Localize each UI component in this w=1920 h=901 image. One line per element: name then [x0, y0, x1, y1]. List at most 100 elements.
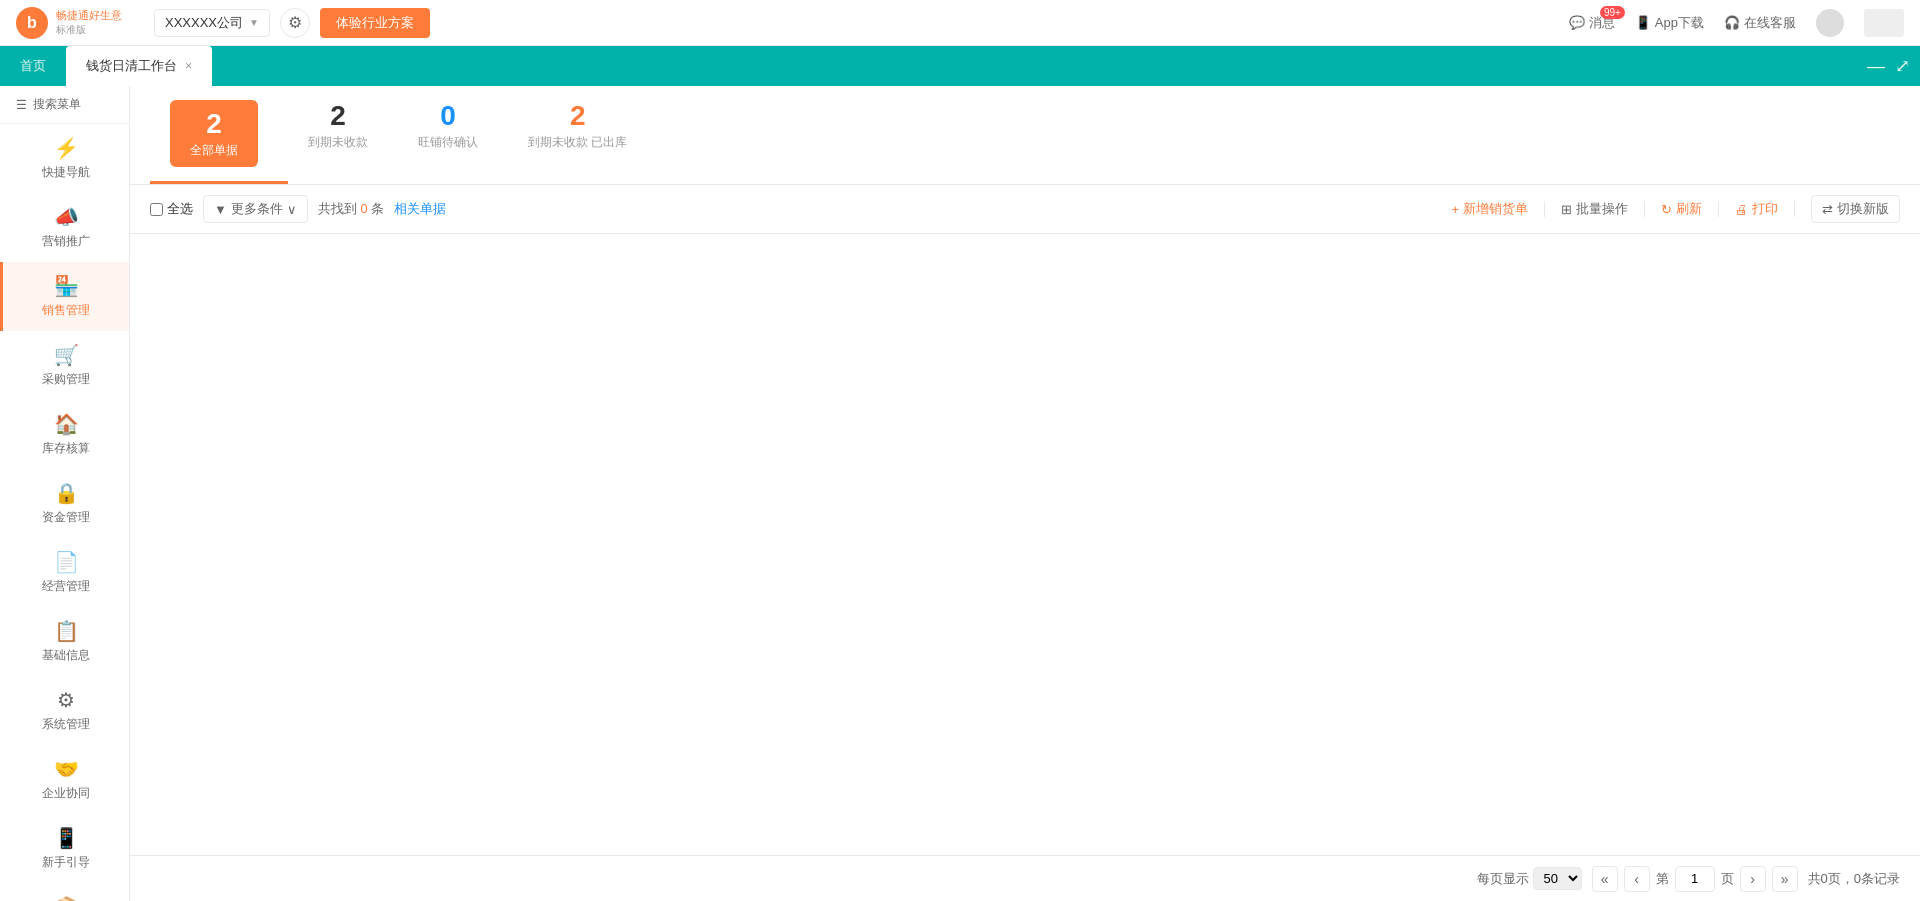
- add-button[interactable]: + 新增销货单: [1451, 200, 1528, 218]
- filter-icon: ▼: [214, 202, 227, 217]
- content-area: 2 全部单据 2 到期未收款 0 旺铺待确认 2 到期未收款 已出库: [130, 86, 1920, 901]
- first-page-button[interactable]: «: [1592, 866, 1618, 892]
- card-out[interactable]: 2 到期未收款 已出库: [508, 86, 657, 184]
- pagination: 每页显示 50 « ‹ 第 页 › » 共0页，0条记录: [130, 855, 1920, 901]
- purchase-label: 采购管理: [42, 371, 90, 388]
- logo-text: 畅捷通好生意 标准版: [56, 8, 122, 36]
- sidebar-item-basics[interactable]: 📋 基础信息: [0, 607, 129, 676]
- related-link[interactable]: 相关单据: [394, 200, 446, 218]
- basics-label: 基础信息: [42, 647, 90, 664]
- service-icon: 🎧: [1724, 15, 1740, 30]
- card-overdue[interactable]: 2 到期未收款: [288, 86, 398, 184]
- page-size-area: 每页显示 50: [1477, 867, 1582, 890]
- refresh-label: 刷新: [1676, 200, 1702, 218]
- finance-icon: 🔒: [54, 481, 79, 505]
- switch-version-button[interactable]: ⇄ 切换新版: [1811, 195, 1900, 223]
- settings-button[interactable]: ⚙: [280, 8, 310, 38]
- prev-page-button[interactable]: ‹: [1624, 866, 1650, 892]
- tab-home[interactable]: 首页: [0, 46, 66, 86]
- sidebar-item-app-center[interactable]: 📦 应用中心: [0, 883, 129, 901]
- page-suffix: 页: [1721, 870, 1734, 888]
- user-name-area[interactable]: [1864, 9, 1904, 37]
- sidebar-item-marketing[interactable]: 📣 营销推广: [0, 193, 129, 262]
- card-pending-label: 旺铺待确认: [418, 134, 478, 151]
- sidebar-item-sales[interactable]: 🏪 销售管理: [0, 262, 129, 331]
- card-all-label: 全部单据: [190, 142, 238, 159]
- card-pending-number: 0: [418, 100, 478, 132]
- quick-nav-icon: ⚡: [54, 136, 79, 160]
- sidebar-item-cooperation[interactable]: 🤝 企业协同: [0, 745, 129, 814]
- divider-3: [1718, 201, 1719, 217]
- add-label: 新增销货单: [1463, 200, 1528, 218]
- top-right-area: 💬 消息 99+ 📱 App下载 🎧 在线客服: [1569, 9, 1904, 37]
- select-all-checkbox[interactable]: 全选: [150, 200, 193, 218]
- sidebar-search[interactable]: ☰ 搜索菜单: [0, 86, 129, 124]
- page-input[interactable]: [1675, 866, 1715, 892]
- last-page-button[interactable]: »: [1772, 866, 1798, 892]
- top-bar: b 畅捷通好生意 标准版 XXXXXX公司 ▼ ⚙ 体验行业方案 💬 消息 99…: [0, 0, 1920, 46]
- app-name: 畅捷通好生意: [56, 8, 122, 22]
- sidebar-item-quick-nav[interactable]: ⚡ 快捷导航: [0, 124, 129, 193]
- avatar[interactable]: [1816, 9, 1844, 37]
- cooperation-label: 企业协同: [42, 785, 90, 802]
- batch-label: 批量操作: [1576, 200, 1628, 218]
- main-layout: ☰ 搜索菜单 ⚡ 快捷导航 📣 营销推广 🏪 销售管理 🛒 采购管理 🏠 库存核…: [0, 86, 1920, 901]
- switch-label: 切换新版: [1837, 200, 1889, 218]
- messages-item[interactable]: 💬 消息 99+: [1569, 14, 1615, 32]
- cooperation-icon: 🤝: [54, 757, 79, 781]
- trial-button[interactable]: 体验行业方案: [320, 8, 430, 38]
- tab-maximize-button[interactable]: ⤢: [1895, 55, 1910, 77]
- operations-icon: 📄: [54, 550, 79, 574]
- filter-button[interactable]: ▼ 更多条件 ∨: [203, 195, 308, 223]
- inventory-icon: 🏠: [54, 412, 79, 436]
- tab-active-label: 钱货日清工作台: [86, 57, 177, 75]
- sales-label: 销售管理: [42, 302, 90, 319]
- basics-icon: 📋: [54, 619, 79, 643]
- marketing-label: 营销推广: [42, 233, 90, 250]
- refresh-icon: ↻: [1661, 202, 1672, 217]
- company-arrow-icon: ▼: [249, 17, 259, 28]
- company-selector[interactable]: XXXXXX公司 ▼: [154, 9, 270, 37]
- card-pending[interactable]: 0 旺铺待确认: [398, 86, 508, 184]
- per-page-label: 每页显示: [1477, 870, 1529, 888]
- print-button[interactable]: 🖨 打印: [1735, 200, 1778, 218]
- all-checkbox-input[interactable]: [150, 203, 163, 216]
- sidebar-item-guide[interactable]: 📱 新手引导: [0, 814, 129, 883]
- operations-label: 经营管理: [42, 578, 90, 595]
- app-download-label: App下载: [1655, 14, 1704, 32]
- tab-close-icon[interactable]: ×: [185, 59, 192, 73]
- toolbar: 全选 ▼ 更多条件 ∨ 共找到 0 条 相关单据 + 新增销货单: [130, 185, 1920, 234]
- refresh-button[interactable]: ↻ 刷新: [1661, 200, 1702, 218]
- add-icon: +: [1451, 202, 1459, 217]
- card-all[interactable]: 2 全部单据: [150, 86, 288, 184]
- card-out-number: 2: [528, 100, 627, 132]
- sales-icon: 🏪: [54, 274, 79, 298]
- toolbar-left: 全选 ▼ 更多条件 ∨ 共找到 0 条 相关单据: [150, 195, 446, 223]
- page-label: 第: [1656, 870, 1669, 888]
- tab-active[interactable]: 钱货日清工作台 ×: [66, 46, 212, 86]
- sidebar-item-operations[interactable]: 📄 经营管理: [0, 538, 129, 607]
- per-page-select[interactable]: 50: [1533, 867, 1582, 890]
- sidebar-item-purchase[interactable]: 🛒 采购管理: [0, 331, 129, 400]
- divider-4: [1794, 201, 1795, 217]
- card-out-label: 到期未收款 已出库: [528, 134, 627, 151]
- online-service-item[interactable]: 🎧 在线客服: [1724, 14, 1796, 32]
- app-download-item[interactable]: 📱 App下载: [1635, 14, 1704, 32]
- sidebar-item-finance[interactable]: 🔒 资金管理: [0, 469, 129, 538]
- sidebar: ☰ 搜索菜单 ⚡ 快捷导航 📣 营销推广 🏪 销售管理 🛒 采购管理 🏠 库存核…: [0, 86, 130, 901]
- nav-tabs: 首页 钱货日清工作台 × — ⤢: [0, 46, 1920, 86]
- app-center-icon: 📦: [54, 895, 79, 901]
- card-overdue-number: 2: [308, 100, 368, 132]
- tab-minimize-button[interactable]: —: [1867, 56, 1885, 77]
- download-icon: 📱: [1635, 15, 1651, 30]
- search-icon: ☰: [16, 98, 27, 112]
- app-version: 标准版: [56, 23, 122, 37]
- table-area: [130, 234, 1920, 855]
- batch-button[interactable]: ⊞ 批量操作: [1561, 200, 1628, 218]
- divider-2: [1644, 201, 1645, 217]
- sidebar-item-system[interactable]: ⚙ 系统管理: [0, 676, 129, 745]
- next-page-button[interactable]: ›: [1740, 866, 1766, 892]
- messages-badge: 99+: [1600, 6, 1625, 19]
- sidebar-item-inventory[interactable]: 🏠 库存核算: [0, 400, 129, 469]
- quick-nav-label: 快捷导航: [42, 164, 90, 181]
